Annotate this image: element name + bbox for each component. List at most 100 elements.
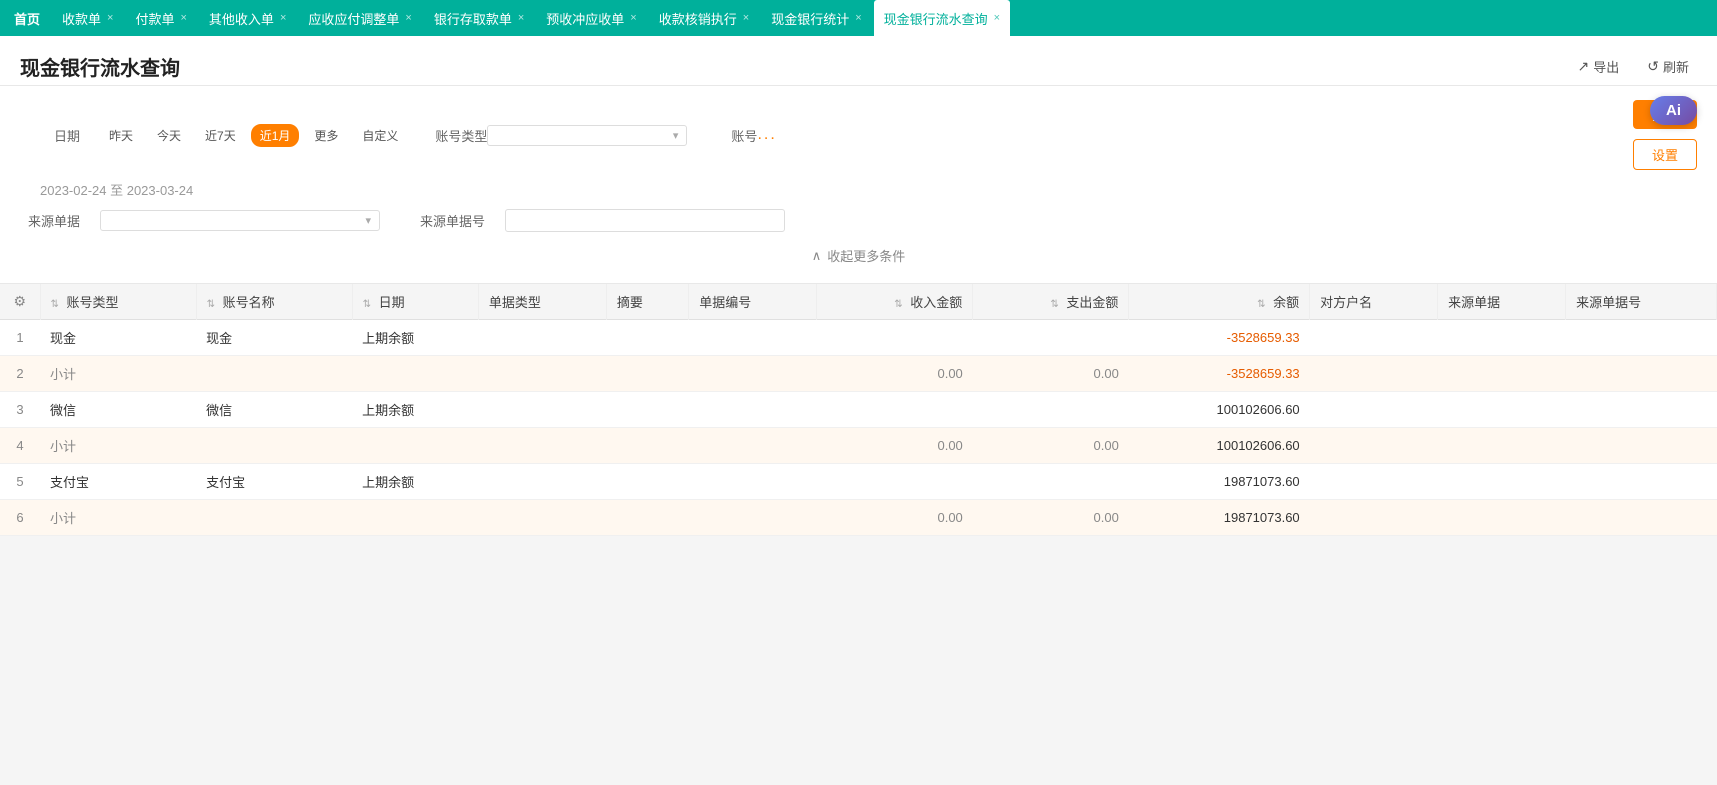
cell-account-name: 微信 xyxy=(196,392,352,428)
th-account-type[interactable]: ⇅ 账号类型 xyxy=(40,284,196,320)
nav-tab-shoukuandan[interactable]: 收款单 × xyxy=(52,0,123,36)
th-expense[interactable]: ⇅ 支出金额 xyxy=(973,284,1129,320)
th-doc-type[interactable]: 单据类型 xyxy=(478,284,606,320)
account-type-select[interactable]: ▾ xyxy=(487,125,687,146)
filter-row-date: 日期 昨天 今天 近7天 近1月 更多 自定义 账号类型 ▾ 账号 ... 查询 xyxy=(20,100,1697,170)
cell-row-num: 2 xyxy=(0,356,40,392)
th-account-name[interactable]: ⇅ 账号名称 xyxy=(196,284,352,320)
cell-counterpart xyxy=(1310,320,1438,356)
source-doc-no-input[interactable] xyxy=(505,209,785,232)
cell-account-name: 现金 xyxy=(196,320,352,356)
chevron-down-icon: ▾ xyxy=(365,214,371,227)
date-btn-1month[interactable]: 近1月 xyxy=(251,124,300,147)
cell-balance: 100102606.60 xyxy=(1129,428,1310,464)
nav-tab-xianjinyinhang-query[interactable]: 现金银行流水查询 × xyxy=(874,0,1010,36)
nav-tab-shoukuanhexiao[interactable]: 收款核销执行 × xyxy=(649,0,759,36)
cell-account-name xyxy=(196,356,352,392)
close-icon[interactable]: × xyxy=(630,12,636,24)
settings-icon[interactable]: ⚙ xyxy=(13,293,26,309)
date-btn-7days[interactable]: 近7天 xyxy=(196,124,245,147)
th-summary[interactable]: 摘要 xyxy=(606,284,688,320)
refresh-icon: ↺ xyxy=(1647,58,1659,75)
cell-balance: -3528659.33 xyxy=(1129,320,1310,356)
cell-doc-type xyxy=(478,500,606,536)
date-filter-btns: 昨天 今天 近7天 近1月 更多 自定义 xyxy=(100,124,407,147)
cell-doc-type xyxy=(478,356,606,392)
nav-tab-yingshouyingfu[interactable]: 应收应付调整单 × xyxy=(298,0,421,36)
close-icon[interactable]: × xyxy=(994,12,1000,24)
account-no-dots[interactable]: ... xyxy=(757,126,776,144)
cell-doc-type xyxy=(478,464,606,500)
collapse-bar[interactable]: ∧ 收起更多条件 xyxy=(20,242,1697,269)
cell-summary xyxy=(606,320,688,356)
cell-account-type: 现金 xyxy=(40,320,196,356)
nav-tab-fukuandan[interactable]: 付款单 × xyxy=(125,0,196,36)
cell-row-num: 6 xyxy=(0,500,40,536)
th-balance[interactable]: ⇅ 余额 xyxy=(1129,284,1310,320)
cell-account-type: 小计 xyxy=(40,500,196,536)
filter-area: 日期 昨天 今天 近7天 近1月 更多 自定义 账号类型 ▾ 账号 ... 查询 xyxy=(0,86,1717,284)
close-icon[interactable]: × xyxy=(743,12,749,24)
account-type-filter: 账号类型 ▾ xyxy=(427,125,687,146)
cell-account-type: 小计 xyxy=(40,428,196,464)
nav-tab-yushou[interactable]: 预收冲应收单 × xyxy=(536,0,646,36)
cell-source-doc xyxy=(1438,392,1566,428)
table-body: 1 现金 现金 上期余额 -3528659.33 2 小计 0.00 0.00 … xyxy=(0,320,1717,536)
chevron-up-icon: ∧ xyxy=(812,248,822,264)
source-doc-select[interactable]: ▾ xyxy=(100,210,380,231)
cell-source-doc-no xyxy=(1566,356,1717,392)
top-nav: 首页 收款单 × 付款单 × 其他收入单 × 应收应付调整单 × 银行存取款单 … xyxy=(0,0,1717,36)
header-actions: ↗ 导出 ↺ 刷新 xyxy=(1570,53,1698,80)
cell-row-num: 3 xyxy=(0,392,40,428)
settings-button[interactable]: 设置 xyxy=(1633,139,1697,170)
cell-counterpart xyxy=(1310,392,1438,428)
th-settings[interactable]: ⚙ xyxy=(0,284,40,320)
th-source-doc[interactable]: 来源单据 xyxy=(1438,284,1566,320)
page-title: 现金银行流水查询 xyxy=(20,52,180,81)
cell-source-doc xyxy=(1438,320,1566,356)
ai-badge[interactable]: Ai xyxy=(1650,96,1697,125)
refresh-button[interactable]: ↺ 刷新 xyxy=(1639,53,1697,80)
cell-doc-type xyxy=(478,320,606,356)
date-btn-today[interactable]: 今天 xyxy=(148,124,190,147)
nav-tab-yinhangcunqu[interactable]: 银行存取款单 × xyxy=(424,0,534,36)
filter-right-section: 账号类型 ▾ 账号 ... 查询 设置 xyxy=(427,100,1697,170)
date-btn-custom[interactable]: 自定义 xyxy=(353,124,407,147)
cell-date: 上期余额 xyxy=(352,464,478,500)
close-icon[interactable]: × xyxy=(280,12,286,24)
th-date[interactable]: ⇅ 日期 xyxy=(352,284,478,320)
nav-tab-xianjinyinhang-stat[interactable]: 现金银行统计 × xyxy=(761,0,871,36)
close-icon[interactable]: × xyxy=(855,12,861,24)
th-income[interactable]: ⇅ 收入金额 xyxy=(817,284,973,320)
close-icon[interactable]: × xyxy=(180,12,186,24)
cell-income xyxy=(817,320,973,356)
table-row: 3 微信 微信 上期余额 100102606.60 xyxy=(0,392,1717,428)
collapse-label: 收起更多条件 xyxy=(827,246,905,265)
cell-summary xyxy=(606,428,688,464)
cell-account-name xyxy=(196,428,352,464)
table-row: 4 小计 0.00 0.00 100102606.60 xyxy=(0,428,1717,464)
cell-income: 0.00 xyxy=(817,356,973,392)
th-counterpart[interactable]: 对方户名 xyxy=(1310,284,1438,320)
cell-expense xyxy=(973,464,1129,500)
source-doc-no-label: 来源单据号 xyxy=(420,211,485,230)
close-icon[interactable]: × xyxy=(107,12,113,24)
export-button[interactable]: ↗ 导出 xyxy=(1570,53,1628,80)
th-doc-no[interactable]: 单据编号 xyxy=(689,284,817,320)
close-icon[interactable]: × xyxy=(518,12,524,24)
date-btn-yesterday[interactable]: 昨天 xyxy=(100,124,142,147)
date-range-display: 2023-02-24 至 2023-03-24 xyxy=(40,183,193,198)
nav-home[interactable]: 首页 xyxy=(4,0,50,36)
date-btn-more[interactable]: 更多 xyxy=(305,124,347,147)
account-no-filter: 账号 ... xyxy=(717,126,776,145)
cell-expense: 0.00 xyxy=(973,356,1129,392)
cell-summary xyxy=(606,356,688,392)
cell-summary xyxy=(606,464,688,500)
cell-account-type: 微信 xyxy=(40,392,196,428)
close-icon[interactable]: × xyxy=(405,12,411,24)
nav-tab-qitashouruda[interactable]: 其他收入单 × xyxy=(199,0,296,36)
th-source-doc-no[interactable]: 来源单据号 xyxy=(1566,284,1717,320)
cell-date xyxy=(352,356,478,392)
cell-account-type: 小计 xyxy=(40,356,196,392)
chevron-down-icon: ▾ xyxy=(673,129,679,142)
